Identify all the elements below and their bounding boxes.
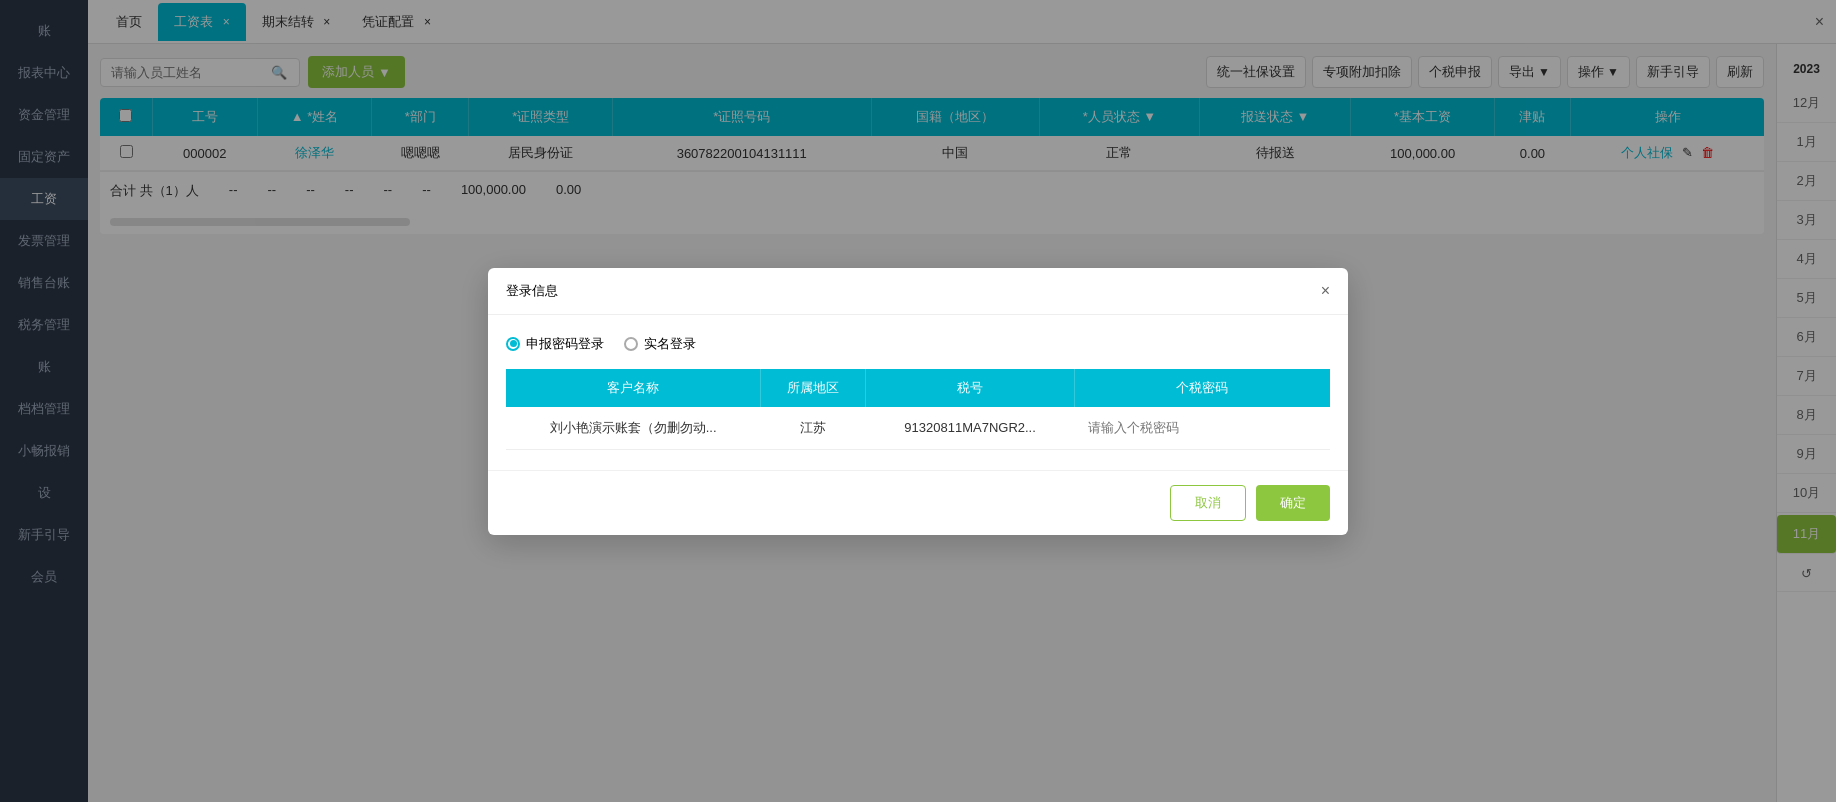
radio-password-login[interactable]: 申报密码登录 — [506, 335, 604, 353]
modal-col-tax-no: 税号 — [866, 369, 1074, 407]
modal-close-button[interactable]: × — [1321, 282, 1330, 300]
login-type-radio-group: 申报密码登录 实名登录 — [506, 335, 1330, 353]
tax-password-input[interactable] — [1088, 420, 1316, 435]
modal-cell-tax-password[interactable] — [1074, 407, 1330, 450]
modal-table-row: 刘小艳演示账套（勿删勿动... 江苏 91320811MA7NGR2... — [506, 407, 1330, 450]
modal-footer: 取消 确定 — [488, 470, 1348, 535]
radio-realname-login[interactable]: 实名登录 — [624, 335, 696, 353]
modal-cell-region: 江苏 — [760, 407, 866, 450]
modal-cell-client-name: 刘小艳演示账套（勿删勿动... — [506, 407, 760, 450]
modal-header: 登录信息 × — [488, 268, 1348, 315]
modal-col-client-name: 客户名称 — [506, 369, 760, 407]
modal-client-table: 客户名称 所属地区 税号 个税密码 刘小艳演示账套（勿删勿动... 江苏 913… — [506, 369, 1330, 450]
radio-password-login-input[interactable] — [506, 337, 520, 351]
modal-overlay[interactable]: 登录信息 × 申报密码登录 实名登录 客户名称 所属地区 — [0, 0, 1836, 802]
cancel-button[interactable]: 取消 — [1170, 485, 1246, 521]
modal-title: 登录信息 — [506, 282, 558, 300]
modal-col-tax-password: 个税密码 — [1074, 369, 1330, 407]
radio-realname-login-label: 实名登录 — [644, 335, 696, 353]
modal-cell-tax-no: 91320811MA7NGR2... — [866, 407, 1074, 450]
radio-password-login-label: 申报密码登录 — [526, 335, 604, 353]
radio-realname-login-input[interactable] — [624, 337, 638, 351]
login-modal: 登录信息 × 申报密码登录 实名登录 客户名称 所属地区 — [488, 268, 1348, 535]
modal-col-region: 所属地区 — [760, 369, 866, 407]
modal-body: 申报密码登录 实名登录 客户名称 所属地区 税号 个税密码 — [488, 315, 1348, 470]
confirm-button[interactable]: 确定 — [1256, 485, 1330, 521]
